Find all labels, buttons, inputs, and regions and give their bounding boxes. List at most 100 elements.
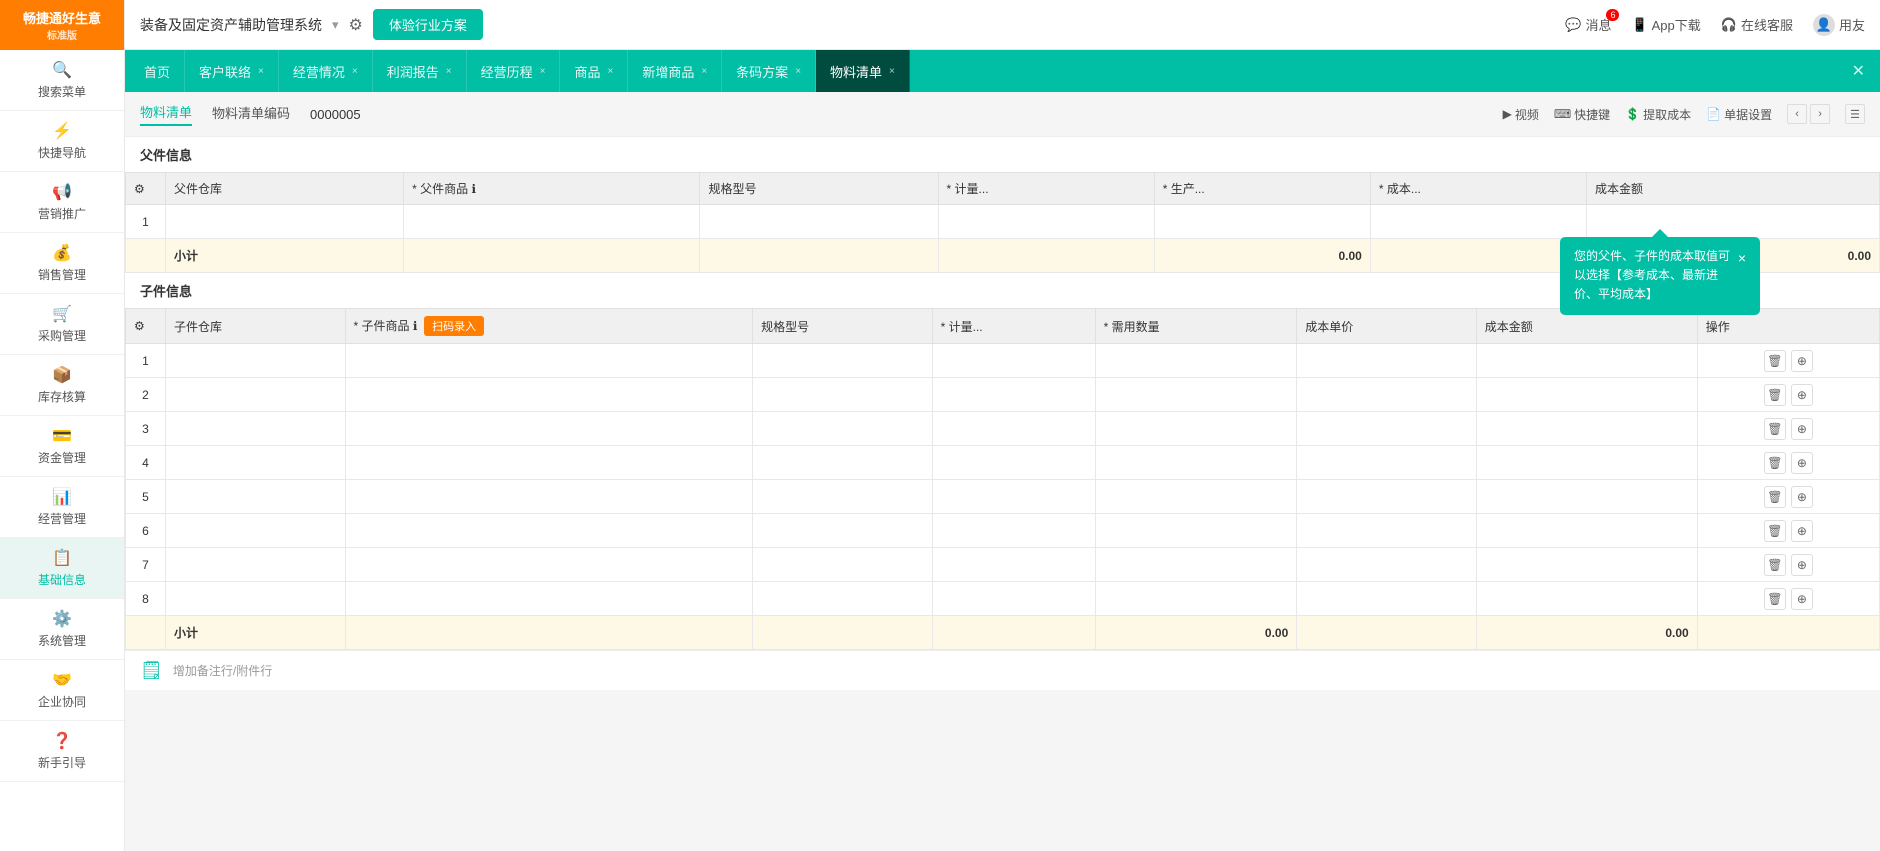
tab-add-goods-close[interactable]: × (701, 66, 707, 77)
trial-button[interactable]: 体验行业方案 (373, 9, 483, 40)
sidebar-item-search[interactable]: 🔍 搜索菜单 (0, 50, 124, 111)
child-row-7-cost-amount[interactable] (1476, 548, 1697, 582)
extract-cost-action[interactable]: 💲 提取成本 (1625, 106, 1691, 123)
sidebar-item-inventory[interactable]: 📦 库存核算 (0, 355, 124, 416)
video-action[interactable]: ▶ 视频 (1503, 106, 1539, 123)
sidebar-item-guide[interactable]: ❓ 新手引导 (0, 721, 124, 782)
scan-input-button[interactable]: 扫码录入 (424, 316, 484, 336)
child-row-3-warehouse[interactable] (166, 412, 346, 446)
child-row-1-cost-amount[interactable] (1476, 344, 1697, 378)
child-row-5-product[interactable] (345, 480, 753, 514)
child-row-1-unit[interactable] (932, 344, 1095, 378)
sidebar-item-management[interactable]: 📊 经营管理 (0, 477, 124, 538)
child-row-4-cost-amount[interactable] (1476, 446, 1697, 480)
child-row-3-unit-cost[interactable] (1297, 412, 1477, 446)
child-row-2-spec[interactable] (753, 378, 933, 412)
child-row-7-delete[interactable]: 🗑 (1764, 554, 1786, 576)
tab-history[interactable]: 经营历程 × (467, 50, 561, 92)
child-row-2-cost-amount[interactable] (1476, 378, 1697, 412)
parent-row-1-unit[interactable] (938, 205, 1154, 239)
child-row-4-product[interactable] (345, 446, 753, 480)
tab-barcode[interactable]: 条码方案 × (722, 50, 816, 92)
sidebar-item-quicknav[interactable]: ⚡ 快捷导航 (0, 111, 124, 172)
app-download-item[interactable]: 📱 App下载 (1631, 15, 1700, 34)
sidebar-item-purchase[interactable]: 🛒 采购管理 (0, 294, 124, 355)
child-row-8-copy[interactable]: ⊕ (1791, 588, 1813, 610)
tab-operations[interactable]: 经营情况 × (279, 50, 373, 92)
child-row-7-product[interactable] (345, 548, 753, 582)
child-row-5-qty[interactable] (1095, 480, 1297, 514)
child-row-2-unit[interactable] (932, 378, 1095, 412)
child-row-1-unit-cost[interactable] (1297, 344, 1477, 378)
child-row-8-delete[interactable]: 🗑 (1764, 588, 1786, 610)
child-row-1-delete[interactable]: 🗑 (1764, 350, 1786, 372)
tab-customer[interactable]: 客户联络 × (185, 50, 279, 92)
child-settings-col[interactable]: ⚙ (126, 309, 166, 344)
child-row-3-spec[interactable] (753, 412, 933, 446)
tab-goods-close[interactable]: × (607, 66, 613, 77)
nav-close-all[interactable]: ✕ (1842, 61, 1875, 81)
tab-profit-close[interactable]: × (446, 66, 452, 77)
child-row-6-warehouse[interactable] (166, 514, 346, 548)
parent-row-1-cost-amount[interactable] (1587, 205, 1880, 239)
sidebar-item-marketing[interactable]: 📢 营销推广 (0, 172, 124, 233)
child-row-7-copy[interactable]: ⊕ (1791, 554, 1813, 576)
child-row-6-qty[interactable] (1095, 514, 1297, 548)
sidebar-item-basic-info[interactable]: 📋 基础信息 (0, 538, 124, 599)
parent-row-1-cost[interactable] (1370, 205, 1586, 239)
child-row-7-unit-cost[interactable] (1297, 548, 1477, 582)
menu-button[interactable]: ☰ (1845, 104, 1865, 124)
child-row-5-delete[interactable]: 🗑 (1764, 486, 1786, 508)
shortcut-action[interactable]: ⌨ 快捷键 (1554, 106, 1610, 123)
child-row-8-warehouse[interactable] (166, 582, 346, 616)
tab-customer-close[interactable]: × (258, 66, 264, 77)
child-row-2-qty[interactable] (1095, 378, 1297, 412)
child-row-1-product[interactable] (345, 344, 753, 378)
child-row-6-copy[interactable]: ⊕ (1791, 520, 1813, 542)
settings-icon[interactable]: ⚙ (349, 15, 363, 35)
tooltip-close-button[interactable]: × (1738, 247, 1746, 269)
child-row-6-unit-cost[interactable] (1297, 514, 1477, 548)
child-row-6-spec[interactable] (753, 514, 933, 548)
sidebar-item-cooperation[interactable]: 🤝 企业协同 (0, 660, 124, 721)
prev-button[interactable]: ‹ (1787, 104, 1807, 124)
child-row-4-delete[interactable]: 🗑 (1764, 452, 1786, 474)
child-row-5-warehouse[interactable] (166, 480, 346, 514)
child-row-4-unit[interactable] (932, 446, 1095, 480)
child-row-6-unit[interactable] (932, 514, 1095, 548)
add-row-icon[interactable]: 🗒 (140, 660, 163, 681)
tab-goods[interactable]: 商品 × (560, 50, 628, 92)
tab-profit[interactable]: 利润报告 × (373, 50, 467, 92)
child-row-3-unit[interactable] (932, 412, 1095, 446)
tab-barcode-close[interactable]: × (795, 66, 801, 77)
next-button[interactable]: › (1810, 104, 1830, 124)
child-row-2-delete[interactable]: 🗑 (1764, 384, 1786, 406)
child-row-1-warehouse[interactable] (166, 344, 346, 378)
child-row-8-unit-cost[interactable] (1297, 582, 1477, 616)
tab-home[interactable]: 首页 (130, 50, 185, 92)
child-row-5-unit[interactable] (932, 480, 1095, 514)
child-row-2-product[interactable] (345, 378, 753, 412)
child-row-7-qty[interactable] (1095, 548, 1297, 582)
child-row-6-delete[interactable]: 🗑 (1764, 520, 1786, 542)
system-dropdown-icon[interactable]: ▾ (332, 17, 339, 33)
child-row-3-copy[interactable]: ⊕ (1791, 418, 1813, 440)
child-row-5-cost-amount[interactable] (1476, 480, 1697, 514)
single-settings-action[interactable]: 📄 单据设置 (1706, 106, 1772, 123)
child-row-3-qty[interactable] (1095, 412, 1297, 446)
child-row-7-spec[interactable] (753, 548, 933, 582)
child-row-4-qty[interactable] (1095, 446, 1297, 480)
parent-row-1-spec[interactable] (700, 205, 938, 239)
child-row-5-spec[interactable] (753, 480, 933, 514)
sidebar-item-system[interactable]: ⚙️ 系统管理 (0, 599, 124, 660)
child-row-8-spec[interactable] (753, 582, 933, 616)
child-row-2-warehouse[interactable] (166, 378, 346, 412)
child-row-4-copy[interactable]: ⊕ (1791, 452, 1813, 474)
parent-settings-col[interactable]: ⚙ (126, 173, 166, 205)
sidebar-item-sales[interactable]: 💰 销售管理 (0, 233, 124, 294)
parent-row-1-product[interactable] (404, 205, 700, 239)
child-row-8-qty[interactable] (1095, 582, 1297, 616)
child-row-7-warehouse[interactable] (166, 548, 346, 582)
child-row-3-product[interactable] (345, 412, 753, 446)
parent-row-1-warehouse[interactable] (166, 205, 404, 239)
